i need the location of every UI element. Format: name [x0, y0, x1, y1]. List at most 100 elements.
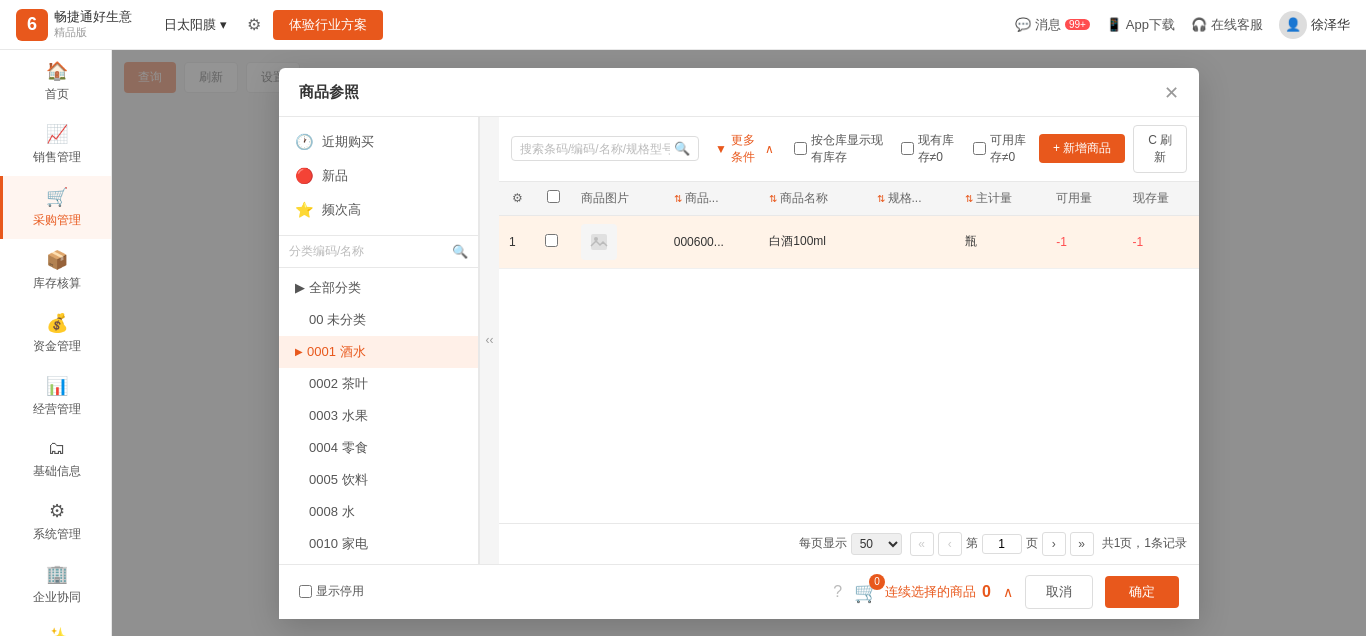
app-download-item[interactable]: 📱 App下载 — [1106, 16, 1175, 34]
sidebar-item-system[interactable]: ⚙ 系统管理 — [0, 490, 111, 553]
checkbox-available-input[interactable] — [901, 142, 914, 155]
first-page-btn[interactable]: « — [910, 532, 934, 556]
checkbox-warehouse-input[interactable] — [794, 142, 807, 155]
sidebar-item-enterprise[interactable]: 🏢 企业协同 — [0, 553, 111, 616]
next-page-btn[interactable]: › — [1042, 532, 1066, 556]
nav-item-recent[interactable]: 🕐 近期购买 — [279, 125, 478, 159]
th-name[interactable]: ⇅ 商品名称 — [759, 182, 866, 216]
sort-icon-code: ⇅ — [674, 193, 685, 204]
category-water[interactable]: 0008 水 — [279, 496, 478, 528]
finance-icon: 💰 — [46, 312, 68, 334]
last-page-btn[interactable]: » — [1070, 532, 1094, 556]
filter-label: 更多条件 — [731, 132, 761, 166]
nav-item-frequent[interactable]: ⭐ 频次高 — [279, 193, 478, 227]
sidebar-label-purchase: 采购管理 — [33, 212, 81, 229]
product-search-input[interactable] — [520, 142, 670, 156]
category-fruit[interactable]: 0003 水果 — [279, 400, 478, 432]
enterprise-icon: 🏢 — [46, 563, 68, 585]
filter-collapse-icon: ∧ — [765, 142, 774, 156]
select-all-checkbox[interactable] — [547, 190, 560, 203]
collapse-panel-btn[interactable]: ‹‹ — [479, 117, 499, 564]
store-name: 日太阳膜 — [164, 16, 216, 34]
sales-icon: 📈 — [46, 123, 68, 145]
trial-button[interactable]: 体验行业方案 — [273, 10, 383, 40]
sidebar-label-finance: 资金管理 — [33, 338, 81, 355]
category-appliance[interactable]: 0010 家电 — [279, 528, 478, 560]
filter-button[interactable]: ▼ 更多条件 ∧ — [707, 128, 782, 170]
page-label-2: 页 — [1026, 535, 1038, 552]
sidebar-item-finance[interactable]: 💰 资金管理 — [0, 302, 111, 365]
help-icon[interactable]: ? — [833, 583, 842, 601]
per-page-select[interactable]: 50 10 20 100 — [851, 533, 902, 555]
confirm-button[interactable]: 确定 — [1105, 576, 1179, 608]
category-snack[interactable]: 0004 零食 — [279, 432, 478, 464]
category-search-input[interactable] — [289, 244, 448, 258]
sidebar-item-operations[interactable]: 📊 经营管理 — [0, 365, 111, 428]
show-disabled-checkbox-label[interactable]: 显示停用 — [299, 583, 364, 600]
product-table-body: 1 — [499, 215, 1199, 268]
th-checkbox — [535, 182, 571, 216]
category-arrow-liquor: ▶ — [295, 346, 303, 357]
td-img — [571, 215, 664, 268]
cart-button[interactable]: 🛒 0 连续选择的商品 0 — [854, 580, 991, 604]
sidebar-label-enterprise: 企业协同 — [33, 589, 81, 606]
checkbox-usable[interactable]: 可用库存≠0 — [973, 132, 1031, 166]
cancel-button[interactable]: 取消 — [1025, 575, 1093, 609]
th-available: 可用量 — [1046, 182, 1122, 216]
nav-item-recent-label: 近期购买 — [322, 133, 374, 151]
modal-close-button[interactable]: ✕ — [1164, 82, 1179, 104]
settings-icon[interactable]: ⚙ — [247, 15, 261, 34]
sidebar-item-inventory[interactable]: 📦 库存核算 — [0, 239, 111, 302]
show-disabled-label: 显示停用 — [316, 583, 364, 600]
left-panel-nav: 🕐 近期购买 🔴 新品 ⭐ 频次高 — [279, 117, 478, 236]
checkbox-usable-input[interactable] — [973, 142, 986, 155]
sidebar-item-home[interactable]: 🏠 首页 — [0, 50, 111, 113]
category-tea[interactable]: 0002 茶叶 — [279, 368, 478, 400]
category-beverage[interactable]: 0005 饮料 — [279, 464, 478, 496]
td-checkbox — [535, 215, 571, 268]
th-code-label: 商品... — [685, 191, 719, 205]
product-search-box: 🔍 — [511, 136, 699, 161]
category-uncategorized[interactable]: 00 未分类 — [279, 304, 478, 336]
settings-col-icon[interactable]: ⚙ — [512, 191, 523, 205]
td-unit: 瓶 — [955, 215, 1046, 268]
row-checkbox[interactable] — [545, 234, 558, 247]
table-row[interactable]: 1 — [499, 215, 1199, 268]
messages-item[interactable]: 💬 消息 99+ — [1015, 16, 1090, 34]
sidebar-item-guide[interactable]: ✨ 新手引导 — [0, 616, 111, 636]
th-stock-label: 现存量 — [1133, 191, 1169, 205]
category-label-water: 0008 水 — [309, 503, 355, 521]
sort-icon-spec: ⇅ — [877, 193, 888, 204]
nav-item-new[interactable]: 🔴 新品 — [279, 159, 478, 193]
sidebar-label-home: 首页 — [45, 86, 69, 103]
show-disabled-checkbox[interactable] — [299, 585, 312, 598]
username-label: 徐泽华 — [1311, 16, 1350, 34]
checkbox-available[interactable]: 现有库存≠0 — [901, 132, 959, 166]
checkbox-warehouse[interactable]: 按仓库显示现有库存 — [794, 132, 887, 166]
category-search-icon[interactable]: 🔍 — [452, 244, 468, 259]
sidebar-item-purchase[interactable]: 🛒 采购管理 — [0, 176, 111, 239]
avatar: 👤 — [1279, 11, 1307, 39]
page-size-selector: 每页显示 50 10 20 100 — [799, 533, 902, 555]
page-label: 第 — [966, 535, 978, 552]
category-label-appliance: 0010 家电 — [309, 535, 368, 553]
chevron-up-icon[interactable]: ∧ — [1003, 584, 1013, 600]
refresh-button[interactable]: C 刷新 — [1133, 125, 1187, 173]
prev-page-btn[interactable]: ‹ — [938, 532, 962, 556]
th-spec[interactable]: ⇅ 规格... — [867, 182, 955, 216]
filter-checkboxes: 按仓库显示现有库存 现有库存≠0 可用库存≠0 — [794, 132, 1031, 166]
th-img: 商品图片 — [571, 182, 664, 216]
user-avatar-area[interactable]: 👤 徐泽华 — [1279, 11, 1350, 39]
category-liquor[interactable]: ▶ 0001 酒水 — [279, 336, 478, 368]
collapse-icon: ‹‹ — [486, 333, 494, 347]
store-selector[interactable]: 日太阳膜 ▾ — [156, 12, 235, 38]
sidebar-item-basic-info[interactable]: 🗂 基础信息 — [0, 428, 111, 490]
online-service-item[interactable]: 🎧 在线客服 — [1191, 16, 1263, 34]
page-number-input[interactable] — [982, 534, 1022, 554]
sidebar-item-sales[interactable]: 📈 销售管理 — [0, 113, 111, 176]
product-search-icon[interactable]: 🔍 — [674, 141, 690, 156]
category-all[interactable]: ▶ 全部分类 — [279, 272, 478, 304]
th-unit[interactable]: ⇅ 主计量 — [955, 182, 1046, 216]
th-code[interactable]: ⇅ 商品... — [664, 182, 760, 216]
add-product-button[interactable]: + 新增商品 — [1039, 134, 1125, 163]
